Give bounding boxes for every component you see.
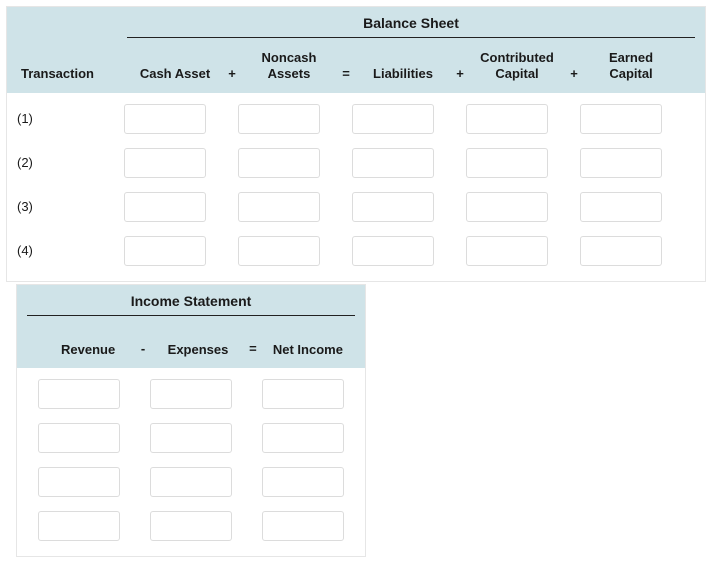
- liabilities-input[interactable]: [352, 148, 434, 178]
- income-statement-body: [17, 368, 365, 556]
- row-label: (2): [13, 155, 117, 170]
- table-row: [23, 504, 359, 548]
- noncash-assets-input[interactable]: [238, 104, 320, 134]
- revenue-input[interactable]: [38, 423, 120, 453]
- col-noncash-assets: Noncash Assets: [241, 48, 337, 87]
- balance-sheet-title: Balance Sheet: [127, 15, 695, 37]
- table-row: (2): [13, 141, 699, 185]
- table-row: (1): [13, 97, 699, 141]
- cash-asset-input[interactable]: [124, 148, 206, 178]
- net-income-input[interactable]: [262, 467, 344, 497]
- liabilities-input[interactable]: [352, 104, 434, 134]
- col-earned-capital: Earned Capital: [583, 48, 679, 87]
- expenses-input[interactable]: [150, 379, 232, 409]
- col-contrib-l2: Capital: [469, 66, 565, 82]
- liabilities-input[interactable]: [352, 236, 434, 266]
- liabilities-input[interactable]: [352, 192, 434, 222]
- col-earned-l1: Earned: [583, 50, 679, 66]
- noncash-assets-input[interactable]: [238, 192, 320, 222]
- expenses-input[interactable]: [150, 511, 232, 541]
- balance-sheet-header: Balance Sheet Transaction Cash Asset + N…: [7, 7, 705, 93]
- balance-sheet-columns: Transaction Cash Asset + Noncash Assets …: [17, 48, 695, 87]
- revenue-input[interactable]: [38, 467, 120, 497]
- earned-capital-input[interactable]: [580, 192, 662, 222]
- balance-sheet-panel: Balance Sheet Transaction Cash Asset + N…: [6, 6, 706, 282]
- contributed-capital-input[interactable]: [466, 104, 548, 134]
- row-label: (4): [13, 243, 117, 258]
- row-label: (1): [13, 111, 117, 126]
- revenue-input[interactable]: [38, 379, 120, 409]
- col-contrib-l1: Contributed: [469, 50, 565, 66]
- expenses-input[interactable]: [150, 467, 232, 497]
- income-statement-header: Income Statement Revenue - Expenses = Ne…: [17, 285, 365, 368]
- contributed-capital-input[interactable]: [466, 236, 548, 266]
- income-statement-columns: Revenue - Expenses = Net Income: [27, 340, 355, 362]
- col-revenue: Revenue: [41, 340, 135, 362]
- col-expenses: Expenses: [151, 340, 245, 362]
- cash-asset-input[interactable]: [124, 236, 206, 266]
- cash-asset-input[interactable]: [124, 192, 206, 222]
- earned-capital-input[interactable]: [580, 148, 662, 178]
- table-row: [23, 460, 359, 504]
- col-noncash-l1: Noncash: [241, 50, 337, 66]
- balance-sheet-rule: [127, 37, 695, 38]
- net-income-input[interactable]: [262, 511, 344, 541]
- net-income-input[interactable]: [262, 379, 344, 409]
- income-statement-title: Income Statement: [27, 293, 355, 315]
- income-statement-panel: Income Statement Revenue - Expenses = Ne…: [16, 284, 366, 557]
- col-liabilities: Liabilities: [355, 64, 451, 86]
- balance-sheet-body: (1) (2) (3): [7, 93, 705, 281]
- col-contributed-capital: Contributed Capital: [469, 48, 565, 87]
- net-income-input[interactable]: [262, 423, 344, 453]
- cash-asset-input[interactable]: [124, 104, 206, 134]
- col-noncash-l2: Assets: [241, 66, 337, 82]
- op-plus: +: [451, 66, 469, 87]
- expenses-input[interactable]: [150, 423, 232, 453]
- income-statement-rule: [27, 315, 355, 316]
- col-net-income: Net Income: [261, 340, 355, 362]
- earned-capital-input[interactable]: [580, 104, 662, 134]
- col-cash-asset: Cash Asset: [127, 64, 223, 86]
- col-transaction: Transaction: [17, 64, 127, 86]
- table-row: [23, 416, 359, 460]
- op-equals: =: [337, 66, 355, 87]
- op-plus: +: [223, 66, 241, 87]
- op-equals: =: [245, 341, 261, 362]
- op-plus: +: [565, 66, 583, 87]
- earned-capital-input[interactable]: [580, 236, 662, 266]
- row-label: (3): [13, 199, 117, 214]
- col-earned-l2: Capital: [583, 66, 679, 82]
- table-row: [23, 372, 359, 416]
- contributed-capital-input[interactable]: [466, 148, 548, 178]
- noncash-assets-input[interactable]: [238, 236, 320, 266]
- revenue-input[interactable]: [38, 511, 120, 541]
- table-row: (4): [13, 229, 699, 273]
- table-row: (3): [13, 185, 699, 229]
- op-minus: -: [135, 341, 151, 362]
- contributed-capital-input[interactable]: [466, 192, 548, 222]
- noncash-assets-input[interactable]: [238, 148, 320, 178]
